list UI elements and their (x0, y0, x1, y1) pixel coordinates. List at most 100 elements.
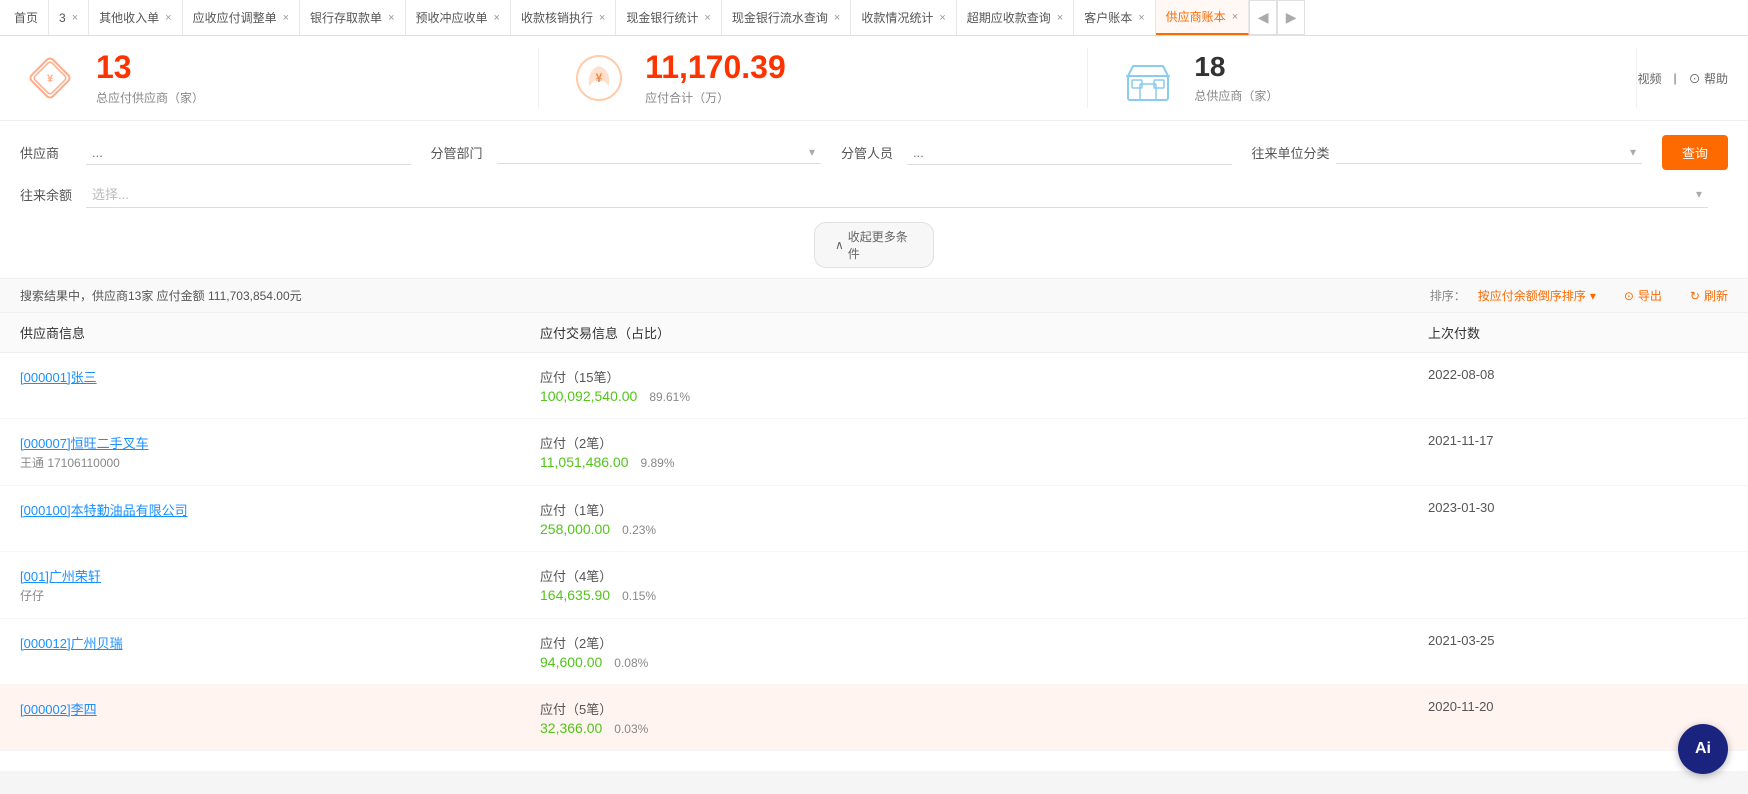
person-filter-input[interactable] (907, 141, 1232, 165)
diamond-icon: ¥ (20, 48, 80, 108)
supplier-link-5[interactable]: [000012]广州贝瑞 (20, 636, 123, 651)
tx-amount-2: 11,051,486.00 (540, 454, 629, 470)
export-button[interactable]: ⊙ 导出 (1624, 287, 1662, 304)
supplier-sub-4: 仔仔 (20, 587, 540, 604)
nav-tab-prepay[interactable]: 预收冲应收单 × (406, 0, 511, 35)
filter-supplier: 供应商 (20, 141, 411, 165)
top-right-links: 视频 | ⊙ 帮助 (1637, 70, 1728, 87)
nav-tab-bank[interactable]: 银行存取款单 × (300, 0, 405, 35)
nav-tab-home[interactable]: 首页 (4, 0, 49, 35)
col-header-last-payment: 上次付数 (1428, 323, 1728, 342)
help-link[interactable]: ⊙ 帮助 (1689, 70, 1728, 87)
nav-prev-arrow[interactable]: ◀ (1249, 0, 1277, 35)
close-tab-receipt-exec[interactable]: × (599, 12, 605, 24)
leaf-icon: ¥ (569, 48, 629, 108)
balance-chevron-icon: ▾ (1696, 187, 1702, 201)
supplier-link-1[interactable]: [000001]张三 (20, 370, 97, 385)
filter-row-1: 供应商 分管部门 ▾ 分管人员 往来单位分类 ▾ 查询 (20, 135, 1728, 170)
supplier-sub-2: 王通 17106110000 (20, 454, 540, 471)
stat-number-payable: 13 (96, 50, 204, 85)
stat-label-payable: 总应付供应商（家） (96, 89, 204, 106)
supplier-info-4: [001]广州荣轩 仔仔 (20, 566, 540, 604)
close-tab-ar-ap[interactable]: × (283, 12, 289, 24)
sort-area: 排序： 按应付余额倒序排序 ▾ ⊙ 导出 ↻ 刷新 (1430, 287, 1728, 304)
tx-pct-5: 0.08% (614, 656, 648, 670)
last-payment-6: 2020-11-20 (1428, 699, 1728, 714)
balance-filter-select[interactable]: 选择... ▾ (86, 180, 1708, 208)
stat-number-total: 11,170.39 (645, 50, 786, 85)
transaction-info-1: 应付（15笔） 100,092,540.00 89.61% (540, 367, 1428, 404)
refresh-button[interactable]: ↻ 刷新 (1690, 287, 1728, 304)
table-row: [000001]张三 应付（15笔） 100,092,540.00 89.61%… (0, 353, 1748, 419)
table-row: [000007]恒旺二手叉车 王通 17106110000 应付（2笔） 11,… (0, 419, 1748, 486)
query-button[interactable]: 查询 (1662, 135, 1728, 170)
close-tab-cash-stat[interactable]: × (704, 12, 710, 24)
transaction-info-5: 应付（2笔） 94,600.00 0.08% (540, 633, 1428, 670)
video-link[interactable]: 视频 (1637, 70, 1661, 87)
close-tab-supplier[interactable]: × (1232, 11, 1238, 23)
table-container: 供应商信息 应付交易信息（占比） 上次付数 [000001]张三 应付（15笔）… (0, 313, 1748, 771)
last-payment-1: 2022-08-08 (1428, 367, 1728, 382)
stats-row: ¥ 13 总应付供应商（家） ¥ 11,170.39 应付合计（万） (0, 36, 1748, 121)
ai-assistant-button[interactable]: Ai (1678, 724, 1728, 774)
tx-pct-1: 89.61% (649, 390, 690, 404)
stat-card-all-suppliers: 18 总供应商（家） (1088, 48, 1637, 108)
nav-next-arrow[interactable]: ▶ (1277, 0, 1305, 35)
nav-tab-cash-stat[interactable]: 现金银行统计 × (616, 0, 721, 35)
transaction-info-3: 应付（1笔） 258,000.00 0.23% (540, 500, 1428, 537)
supplier-info-1: [000001]张三 (20, 367, 540, 386)
tx-amount-row-4: 164,635.90 0.15% (540, 585, 1428, 603)
tx-label-5: 应付（2笔） (540, 633, 1428, 652)
tx-label-6: 应付（5笔） (540, 699, 1428, 718)
tx-label-4: 应付（4笔） (540, 566, 1428, 585)
link-separator: | (1674, 71, 1677, 85)
transaction-info-4: 应付（4笔） 164,635.90 0.15% (540, 566, 1428, 603)
tx-amount-row-5: 94,600.00 0.08% (540, 652, 1428, 670)
supplier-info-6: [000002]李四 (20, 699, 540, 718)
results-bar: 搜索结果中，供应商13家 应付金额 111,703,854.00元 排序： 按应… (0, 279, 1748, 313)
filter-row-2: 往来余额 选择... ▾ (20, 180, 1728, 208)
close-tab-customer[interactable]: × (1138, 12, 1144, 24)
close-tab-other-income[interactable]: × (165, 12, 171, 24)
nav-tab-3[interactable]: 3 × (49, 0, 89, 35)
supplier-link-3[interactable]: [000100]本特勤油品有限公司 (20, 503, 188, 518)
table-row: [001]广州荣轩 仔仔 应付（4笔） 164,635.90 0.15% (0, 552, 1748, 619)
dept-filter-label: 分管部门 (431, 143, 491, 162)
close-tab-cash-query[interactable]: × (834, 12, 840, 24)
sort-select[interactable]: 按应付余额倒序排序 ▾ (1478, 287, 1596, 304)
nav-tab-cash-query[interactable]: 现金银行流水查询 × (722, 0, 851, 35)
collapse-button[interactable]: ∧ 收起更多条件 (814, 222, 934, 268)
tx-amount-3: 258,000.00 (540, 521, 610, 537)
close-tab-prepay[interactable]: × (494, 12, 500, 24)
close-tab-overdue[interactable]: × (1057, 12, 1063, 24)
tx-label-3: 应付（1笔） (540, 500, 1428, 519)
tx-amount-row-6: 32,366.00 0.03% (540, 718, 1428, 736)
dept-filter-select[interactable]: ▾ (497, 141, 822, 164)
nav-tab-ar-ap[interactable]: 应收应付调整单 × (183, 0, 300, 35)
tx-amount-row-2: 11,051,486.00 9.89% (540, 452, 1428, 470)
supplier-filter-input[interactable] (86, 141, 411, 165)
supplier-link-6[interactable]: [000002]李四 (20, 702, 97, 717)
results-summary: 搜索结果中，供应商13家 应付金额 111,703,854.00元 (20, 287, 302, 304)
category-filter-select[interactable]: ▾ (1336, 141, 1642, 164)
stat-card-payable-suppliers: ¥ 13 总应付供应商（家） (20, 48, 539, 108)
nav-tab-other-income[interactable]: 其他收入单 × (89, 0, 182, 35)
filter-category: 往来单位分类 ▾ (1252, 141, 1643, 164)
supplier-link-4[interactable]: [001]广州荣轩 (20, 569, 101, 584)
close-tab-3[interactable]: × (72, 12, 78, 24)
nav-tab-supplier[interactable]: 供应商账本 × (1156, 0, 1249, 35)
stat-number-all: 18 (1194, 52, 1278, 83)
nav-tab-receipt-exec[interactable]: 收款核销执行 × (511, 0, 616, 35)
nav-tab-overdue[interactable]: 超期应收款查询 × (957, 0, 1074, 35)
nav-tab-customer[interactable]: 客户账本 × (1074, 0, 1155, 35)
stat-card-payable-total: ¥ 11,170.39 应付合计（万） (539, 48, 1088, 108)
transaction-info-6: 应付（5笔） 32,366.00 0.03% (540, 699, 1428, 736)
dept-chevron-icon: ▾ (809, 145, 815, 159)
close-tab-receipt-stat[interactable]: × (939, 12, 945, 24)
tx-amount-4: 164,635.90 (540, 587, 610, 603)
sort-chevron-icon: ▾ (1590, 289, 1596, 303)
supplier-link-2[interactable]: [000007]恒旺二手叉车 (20, 436, 149, 451)
supplier-info-5: [000012]广州贝瑞 (20, 633, 540, 652)
nav-tab-receipt-stat[interactable]: 收款情况统计 × (851, 0, 956, 35)
close-tab-bank[interactable]: × (388, 12, 394, 24)
